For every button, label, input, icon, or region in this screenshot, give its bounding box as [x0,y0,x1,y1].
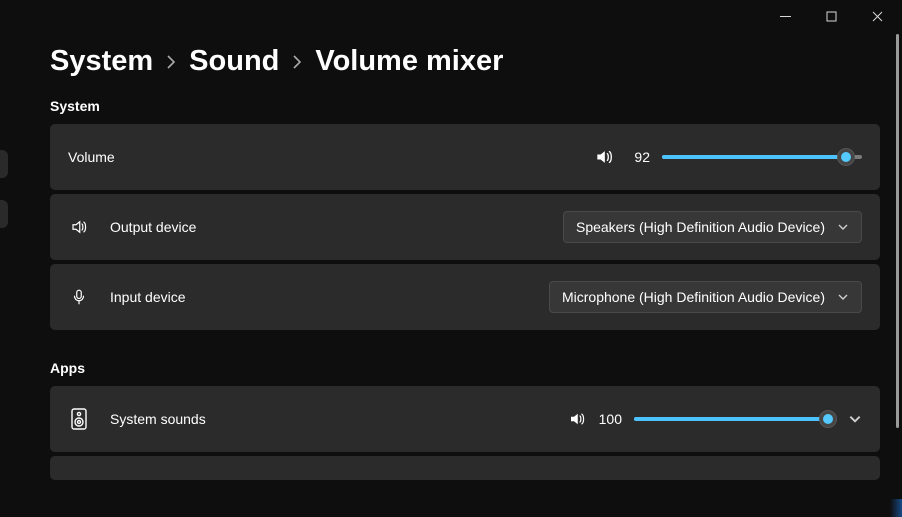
chevron-down-icon [837,221,849,233]
scrollbar-thumb[interactable] [896,34,899,428]
chevron-down-icon [837,291,849,303]
speaker-icon[interactable] [568,410,586,428]
input-device-card: Input device Microphone (High Definition… [50,264,880,330]
slider-fill [634,417,834,421]
scrollbar[interactable] [895,34,900,515]
slider-thumb[interactable] [837,148,855,166]
title-bar [0,0,902,32]
partial-card [50,456,880,480]
microphone-icon [68,288,90,306]
speaker-device-icon [68,408,90,430]
output-device-label: Output device [110,219,196,235]
output-device-selected: Speakers (High Definition Audio Device) [576,219,825,235]
left-edge-stub [0,150,8,178]
minimize-icon [780,11,791,22]
section-label-system: System [50,98,880,114]
volume-card: Volume 92 [50,124,880,190]
output-device-dropdown[interactable]: Speakers (High Definition Audio Device) [563,211,862,243]
close-button[interactable] [854,0,900,32]
breadcrumb-system[interactable]: System [50,45,153,78]
chevron-right-icon [293,55,301,69]
maximize-icon [826,11,837,22]
slider-thumb[interactable] [819,410,837,428]
minimize-button[interactable] [762,0,808,32]
system-sounds-card[interactable]: System sounds 100 [50,386,880,452]
input-device-selected: Microphone (High Definition Audio Device… [562,289,825,305]
left-edge-stub [0,200,8,228]
input-device-dropdown[interactable]: Microphone (High Definition Audio Device… [549,281,862,313]
volume-label: Volume [68,149,115,165]
volume-slider[interactable] [662,147,862,167]
maximize-button[interactable] [808,0,854,32]
output-device-card: Output device Speakers (High Definition … [50,194,880,260]
speaker-icon [68,218,90,236]
chevron-down-icon[interactable] [848,412,862,426]
section-label-apps: Apps [50,360,880,376]
close-icon [872,11,883,22]
slider-fill [662,155,846,159]
edge-glow [890,499,902,517]
breadcrumb: System Sound Volume mixer [50,45,880,78]
chevron-right-icon [167,55,175,69]
system-sounds-value: 100 [598,411,622,427]
system-sounds-slider[interactable] [634,409,834,429]
volume-value: 92 [626,149,650,165]
input-device-label: Input device [110,289,186,305]
system-sounds-label: System sounds [110,411,206,427]
breadcrumb-sound[interactable]: Sound [189,45,279,78]
speaker-icon[interactable] [594,147,614,167]
page-title: Volume mixer [315,45,503,78]
